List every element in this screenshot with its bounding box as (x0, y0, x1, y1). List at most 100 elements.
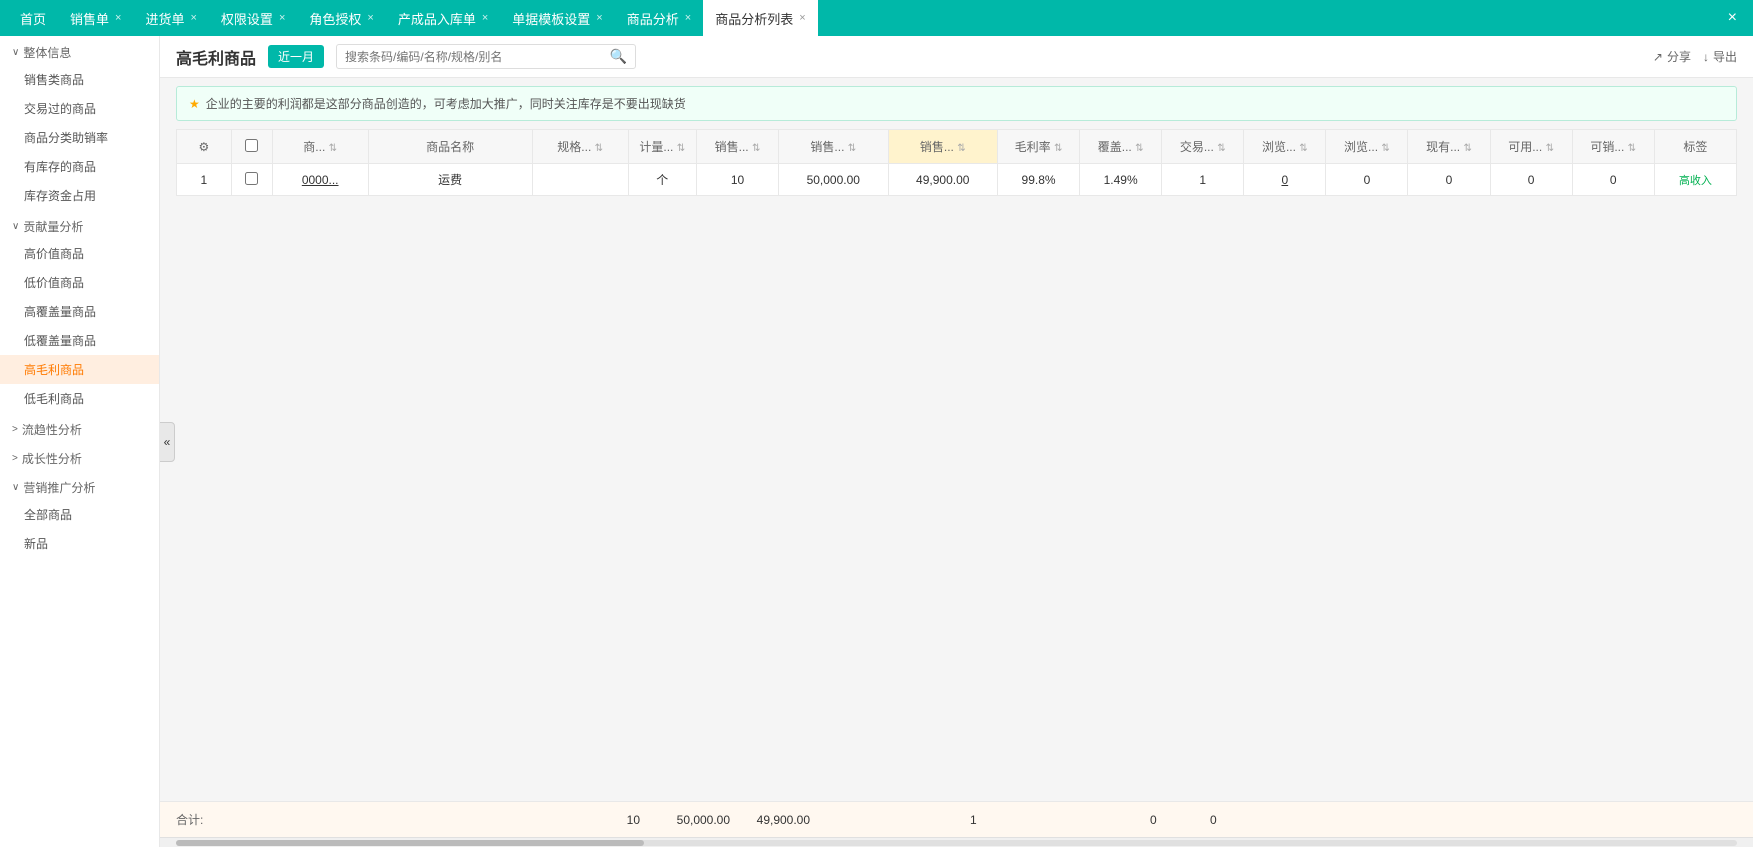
search-icon[interactable]: 🔍 (610, 48, 627, 65)
footer-label: 合计: (176, 811, 203, 828)
nav-tab-templates[interactable]: 单据模板设置 × (500, 0, 614, 36)
table-footer: 合计: 10 50,000.00 49,900.00 1 0 0 (160, 801, 1753, 837)
col-header-sale-cost: 销售... ⇅ (888, 130, 997, 164)
window-close-button[interactable]: × (1720, 9, 1745, 27)
sort-icon-stock1[interactable]: ⇅ (1463, 143, 1471, 154)
chevron-down-icon-3: ∨ (12, 482, 19, 493)
col-header-unit: 计量... ⇅ (628, 130, 696, 164)
sidebar-item-in-stock[interactable]: 有库存的商品 (0, 152, 159, 181)
sort-icon-spec[interactable]: ⇅ (595, 143, 603, 154)
sort-icon-sale-qty[interactable]: ⇅ (752, 143, 760, 154)
sort-icon-sale-amt[interactable]: ⇅ (848, 143, 856, 154)
sidebar-group-marketing[interactable]: ∨ 营销推广分析 (0, 471, 159, 500)
sort-icon-cover[interactable]: ⇅ (1135, 143, 1143, 154)
sidebar-item-all-goods[interactable]: 全部商品 (0, 500, 159, 529)
sort-icon-sale-cost[interactable]: ⇅ (957, 143, 965, 154)
cell-browse2: 0 (1326, 164, 1408, 196)
sidebar-group-trend[interactable]: > 流趋性分析 (0, 413, 159, 442)
col-header-spec: 规格... ⇅ (532, 130, 628, 164)
table-wrapper: ⚙ 商... ⇅ 商品名称 规格... (160, 129, 1753, 801)
chevron-down-icon: ∨ (12, 47, 19, 58)
col-header-num: ⚙ (177, 130, 232, 164)
sort-icon-browse2[interactable]: ⇅ (1381, 143, 1389, 154)
footer-values: 10 50,000.00 49,900.00 1 0 0 (223, 813, 1737, 827)
sort-icon-stock2[interactable]: ⇅ (1546, 143, 1554, 154)
time-filter-button[interactable]: 近一月 (268, 45, 324, 68)
cell-check (231, 164, 272, 196)
cell-trade: 1 (1162, 164, 1244, 196)
cell-margin: 99.8% (997, 164, 1079, 196)
footer-stock1: 0 (1123, 813, 1183, 827)
sidebar-item-new-goods[interactable]: 新品 (0, 529, 159, 558)
close-tab-purchase[interactable]: × (190, 12, 196, 24)
sidebar-group-overall[interactable]: ∨ 整体信息 (0, 36, 159, 65)
col-header-name: 商品名称 (368, 130, 532, 164)
close-tab-analysis[interactable]: × (685, 12, 691, 24)
sort-icon-code[interactable]: ⇅ (329, 143, 337, 154)
close-tab-templates[interactable]: × (596, 12, 602, 24)
sidebar-group-contribution[interactable]: ∨ 贡献量分析 (0, 210, 159, 239)
sidebar-item-high-coverage[interactable]: 高覆盖量商品 (0, 297, 159, 326)
col-header-stock1: 现有... ⇅ (1408, 130, 1490, 164)
sidebar-collapse-button[interactable]: « (160, 422, 175, 462)
nav-tab-products[interactable]: 产成品入库单 × (386, 0, 500, 36)
select-all-checkbox[interactable] (245, 139, 258, 152)
footer-stock2: 0 (1183, 813, 1243, 827)
chevron-right-icon: > (12, 424, 18, 435)
nav-tab-permissions[interactable]: 权限设置 × (209, 0, 297, 36)
sort-icon-unit[interactable]: ⇅ (677, 143, 685, 154)
nav-tab-sales[interactable]: 销售单 × (58, 0, 133, 36)
share-button[interactable]: ↗ 分享 (1653, 48, 1691, 65)
nav-tab-home[interactable]: 首页 (8, 0, 58, 36)
footer-stock3 (1243, 813, 1303, 827)
footer-sale-cost: 49,900.00 (743, 813, 823, 827)
sidebar-item-stock-capital[interactable]: 库存资金占用 (0, 181, 159, 210)
sidebar-item-low-coverage[interactable]: 低覆盖量商品 (0, 326, 159, 355)
footer-browse2 (1063, 813, 1123, 827)
sort-icon-browse1[interactable]: ⇅ (1299, 143, 1307, 154)
nav-tab-purchase[interactable]: 进货单 × (133, 0, 208, 36)
content-area: « 高毛利商品 近一月 🔍 ↗ 分享 ↓ 导出 ★ (160, 36, 1753, 847)
col-header-cover: 覆盖... ⇅ (1080, 130, 1162, 164)
header-actions: ↗ 分享 ↓ 导出 (1653, 48, 1737, 65)
sort-icon-trade[interactable]: ⇅ (1217, 143, 1225, 154)
sidebar: ∨ 整体信息 销售类商品 交易过的商品 商品分类助销率 有库存的商品 库存资金占… (0, 36, 160, 847)
horizontal-scrollbar[interactable] (160, 837, 1753, 847)
nav-tab-roles[interactable]: 角色授权 × (297, 0, 385, 36)
export-button[interactable]: ↓ 导出 (1703, 48, 1737, 65)
sidebar-item-low-margin[interactable]: 低毛利商品 (0, 384, 159, 413)
search-box: 🔍 (336, 44, 636, 69)
cell-sale-cost: 49,900.00 (888, 164, 997, 196)
data-table: ⚙ 商... ⇅ 商品名称 规格... (176, 129, 1737, 196)
sidebar-item-traded-goods[interactable]: 交易过的商品 (0, 94, 159, 123)
cell-sale-amt: 50,000.00 (779, 164, 888, 196)
close-tab-analysis-list[interactable]: × (799, 12, 805, 24)
sidebar-group-growth[interactable]: > 成长性分析 (0, 442, 159, 471)
sort-icon-stock3[interactable]: ⇅ (1628, 143, 1636, 154)
col-header-browse1: 浏览... ⇅ (1244, 130, 1326, 164)
scrollbar-thumb[interactable] (176, 840, 644, 846)
close-tab-sales[interactable]: × (115, 12, 121, 24)
chevron-right-icon-2: > (12, 453, 18, 464)
sidebar-item-high-value[interactable]: 高价值商品 (0, 239, 159, 268)
sidebar-item-sales-goods[interactable]: 销售类商品 (0, 65, 159, 94)
search-input[interactable] (345, 50, 610, 64)
footer-margin (823, 813, 883, 827)
sort-icon-margin[interactable]: ⇅ (1054, 143, 1062, 154)
row-checkbox[interactable] (245, 172, 258, 185)
nav-tab-analysis[interactable]: 商品分析 × (615, 0, 703, 36)
sidebar-item-low-value[interactable]: 低价值商品 (0, 268, 159, 297)
close-tab-permissions[interactable]: × (279, 12, 285, 24)
close-tab-roles[interactable]: × (367, 12, 373, 24)
table-header-row: ⚙ 商... ⇅ 商品名称 规格... (177, 130, 1737, 164)
settings-icon[interactable]: ⚙ (198, 140, 209, 154)
cell-tag: 高收入 (1654, 164, 1736, 196)
col-header-margin: 毛利率 ⇅ (997, 130, 1079, 164)
sidebar-item-category-rate[interactable]: 商品分类助销率 (0, 123, 159, 152)
close-tab-products[interactable]: × (482, 12, 488, 24)
nav-tab-analysis-list[interactable]: 商品分析列表 × (703, 0, 817, 36)
cell-unit: 个 (628, 164, 696, 196)
sidebar-item-high-margin[interactable]: 高毛利商品 (0, 355, 159, 384)
col-header-check (231, 130, 272, 164)
export-icon: ↓ (1703, 50, 1709, 64)
